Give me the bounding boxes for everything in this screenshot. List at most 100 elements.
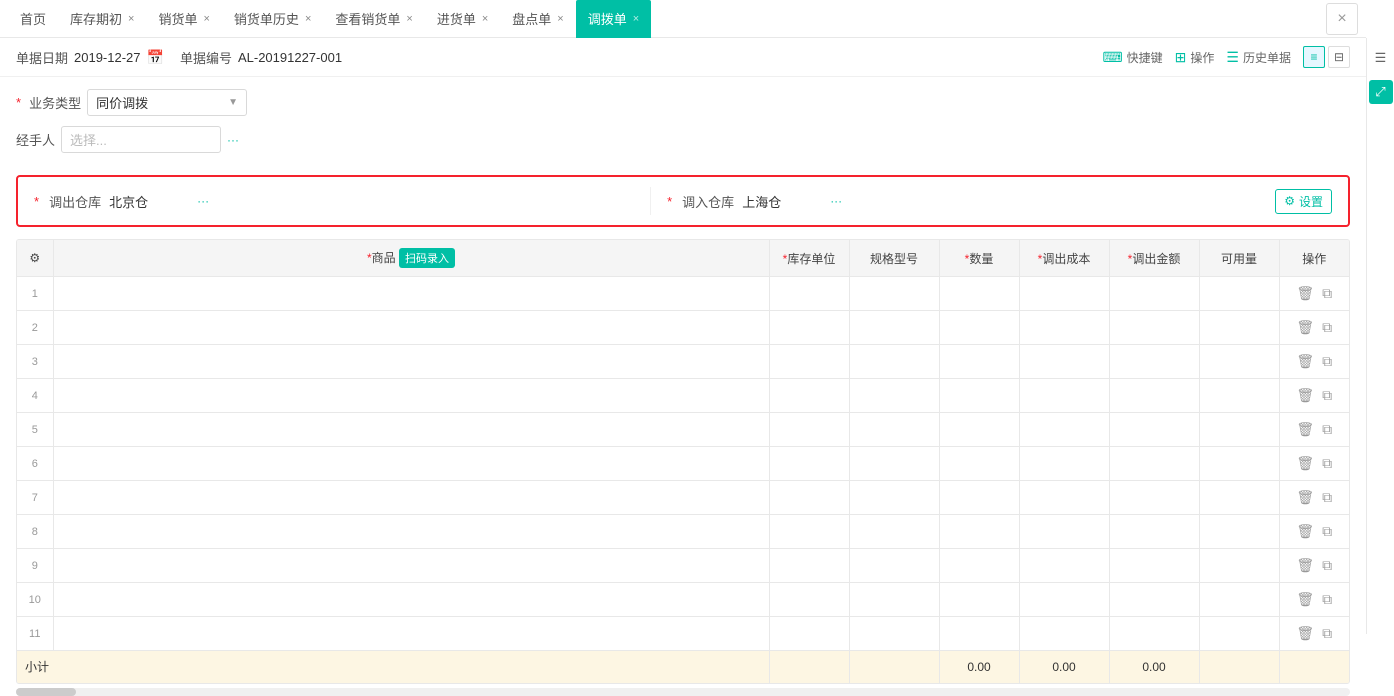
tab-close-sales-order[interactable]: ×: [203, 13, 209, 25]
delete-icon-row-3[interactable]: 🗑: [1294, 351, 1316, 372]
tab-home[interactable]: 首页: [8, 0, 58, 38]
copy-icon-row-2[interactable]: ⧉: [1320, 317, 1334, 338]
tab-close-inventory-init[interactable]: ×: [128, 13, 134, 25]
shortcut-action[interactable]: ⌨ 快捷键: [1102, 49, 1162, 66]
table-header-gear[interactable]: ⚙: [17, 240, 53, 277]
row-9-available: [1199, 549, 1279, 583]
handler-more-icon[interactable]: ···: [227, 133, 239, 147]
handler-field: 经手人 选择... ···: [16, 126, 239, 153]
tab-close-inventory-count[interactable]: ×: [557, 13, 563, 25]
row-10-available: [1199, 583, 1279, 617]
row-7-product[interactable]: [53, 481, 769, 515]
copy-icon-row-9[interactable]: ⧉: [1320, 555, 1334, 576]
delete-icon-row-1[interactable]: 🗑: [1294, 283, 1316, 304]
row-6-cost[interactable]: [1019, 447, 1109, 481]
tab-inventory-init[interactable]: 库存期初 ×: [58, 0, 146, 38]
row-1-product[interactable]: [53, 277, 769, 311]
product-table-container: ⚙ *商品 扫码录入 *库存单位 规格型号 *数量: [16, 239, 1350, 684]
delete-icon-row-10[interactable]: 🗑: [1294, 589, 1316, 610]
row-10-product[interactable]: [53, 583, 769, 617]
delete-icon-row-4[interactable]: 🗑: [1294, 385, 1316, 406]
warehouse-in-label: 调入仓库: [682, 192, 734, 211]
delete-icon-row-8[interactable]: 🗑: [1294, 521, 1316, 542]
delete-icon-row-2[interactable]: 🗑: [1294, 317, 1316, 338]
table-scrollbar[interactable]: [16, 688, 1350, 696]
copy-icon-row-7[interactable]: ⧉: [1320, 487, 1334, 508]
row-9-qty[interactable]: [939, 549, 1019, 583]
layout-button-1[interactable]: ≡: [1303, 46, 1325, 68]
row-4-product[interactable]: [53, 379, 769, 413]
row-2-qty[interactable]: [939, 311, 1019, 345]
row-8-cost[interactable]: [1019, 515, 1109, 549]
copy-icon-row-10[interactable]: ⧉: [1320, 589, 1334, 610]
handler-dropdown[interactable]: 选择...: [61, 126, 221, 153]
copy-icon-row-3[interactable]: ⧉: [1320, 351, 1334, 372]
right-panel-expand-button[interactable]: ⤢: [1369, 80, 1393, 104]
row-3-qty[interactable]: [939, 345, 1019, 379]
row-5-cost[interactable]: [1019, 413, 1109, 447]
warehouse-in-more-icon[interactable]: ···: [830, 194, 842, 208]
tab-close-transfer-order[interactable]: ×: [633, 13, 639, 25]
row-3-cost[interactable]: [1019, 345, 1109, 379]
operations-action[interactable]: ⊞ 操作: [1175, 49, 1215, 66]
tab-purchase-order[interactable]: 进货单 ×: [425, 0, 500, 38]
row-6-product[interactable]: [53, 447, 769, 481]
copy-icon-row-1[interactable]: ⧉: [1320, 283, 1334, 304]
settings-button[interactable]: ⚙ 设置: [1275, 189, 1332, 214]
business-type-dropdown[interactable]: 同价调拨 ▼: [87, 89, 247, 116]
copy-icon-row-6[interactable]: ⧉: [1320, 453, 1334, 474]
delete-icon-row-9[interactable]: 🗑: [1294, 555, 1316, 576]
tab-view-sales[interactable]: 查看销货单 ×: [323, 0, 424, 38]
row-8-qty[interactable]: [939, 515, 1019, 549]
row-2-cost[interactable]: [1019, 311, 1109, 345]
row-10-cost[interactable]: [1019, 583, 1109, 617]
delete-icon-row-6[interactable]: 🗑: [1294, 453, 1316, 474]
tab-transfer-order[interactable]: 调拨单 ×: [576, 0, 651, 38]
calendar-icon[interactable]: 📅: [147, 49, 164, 66]
tab-sales-history[interactable]: 销货单历史 ×: [222, 0, 323, 38]
row-4-cost[interactable]: [1019, 379, 1109, 413]
row-9-product[interactable]: [53, 549, 769, 583]
table-header-product: *商品 扫码录入: [53, 240, 769, 277]
tab-inventory-count[interactable]: 盘点单 ×: [500, 0, 575, 38]
row-5-product[interactable]: [53, 413, 769, 447]
copy-icon-row-8[interactable]: ⧉: [1320, 521, 1334, 542]
row-6-qty[interactable]: [939, 447, 1019, 481]
row-10-qty[interactable]: [939, 583, 1019, 617]
doc-header: 单据日期 2019-12-27 📅 单据编号 AL-20191227-001 ⌨…: [0, 38, 1366, 77]
warehouse-in-block: * 调入仓库 上海仓 ···: [667, 192, 1267, 211]
subtotal-available: [1199, 651, 1279, 683]
row-10-spec: [849, 583, 939, 617]
right-panel-list-button[interactable]: ☰: [1369, 46, 1393, 70]
table-scrollbar-thumb[interactable]: [16, 688, 76, 696]
layout-button-2[interactable]: ⊟: [1328, 46, 1350, 68]
window-close-button[interactable]: ×: [1326, 3, 1358, 35]
row-8-product[interactable]: [53, 515, 769, 549]
row-5-qty[interactable]: [939, 413, 1019, 447]
delete-icon-row-7[interactable]: 🗑: [1294, 487, 1316, 508]
row-1-cost[interactable]: [1019, 277, 1109, 311]
form-row-2: 经手人 选择... ···: [16, 126, 1350, 153]
warehouse-out-more-icon[interactable]: ···: [197, 194, 209, 208]
tab-close-sales-history[interactable]: ×: [305, 13, 311, 25]
copy-icon-row-5[interactable]: ⧉: [1320, 419, 1334, 440]
row-7-cost[interactable]: [1019, 481, 1109, 515]
subtotal-ops: [1279, 651, 1349, 683]
row-4-qty[interactable]: [939, 379, 1019, 413]
row-7-qty[interactable]: [939, 481, 1019, 515]
row-3-product[interactable]: [53, 345, 769, 379]
settings-label: 设置: [1299, 193, 1323, 210]
copy-icon-row-4[interactable]: ⧉: [1320, 385, 1334, 406]
tab-close-view-sales[interactable]: ×: [406, 13, 412, 25]
scan-barcode-button[interactable]: 扫码录入: [399, 248, 455, 268]
table-header-available: 可用量: [1199, 240, 1279, 277]
history-action[interactable]: ☰ 历史单据: [1226, 49, 1291, 66]
tab-close-purchase-order[interactable]: ×: [482, 13, 488, 25]
row-2-product[interactable]: [53, 311, 769, 345]
row-9-cost[interactable]: [1019, 549, 1109, 583]
delete-icon-row-5[interactable]: 🗑: [1294, 419, 1316, 440]
list-icon: ☰: [1375, 50, 1387, 66]
tab-sales-order[interactable]: 销货单 ×: [146, 0, 221, 38]
subtotal-row: 小计 0.00 0.00 0.00: [17, 651, 1349, 683]
row-1-qty[interactable]: [939, 277, 1019, 311]
